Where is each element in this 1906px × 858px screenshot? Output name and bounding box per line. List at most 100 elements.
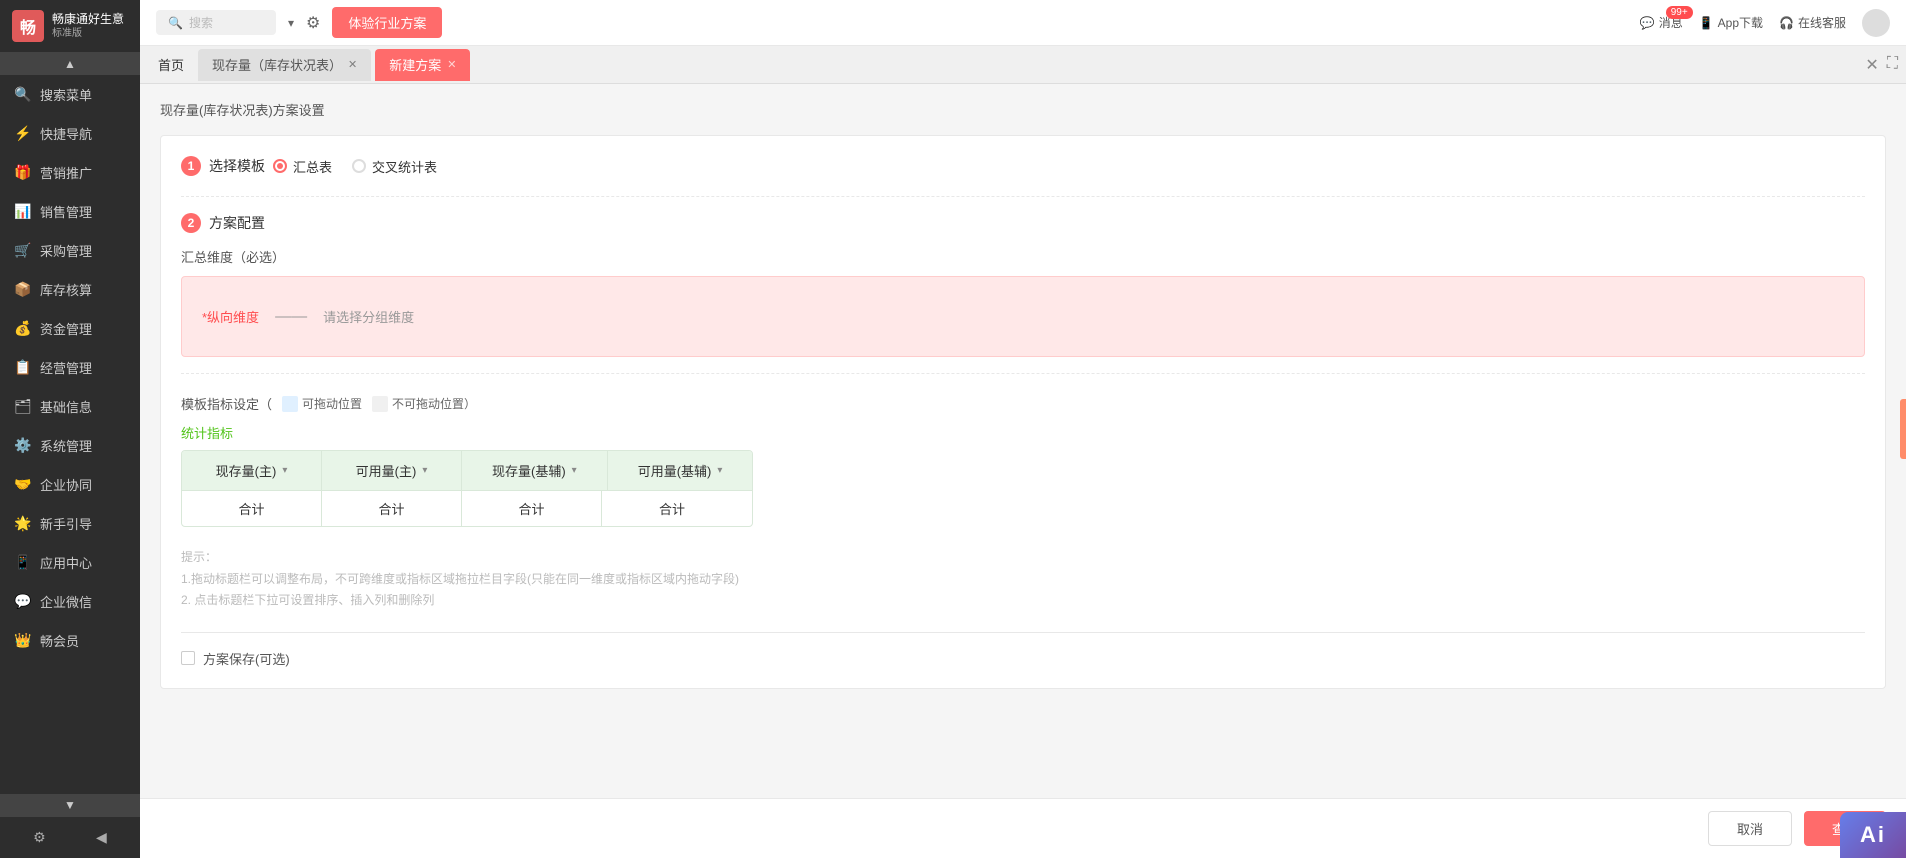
sidebar-scroll-down[interactable]: ▼	[0, 794, 140, 816]
close-inventory-tab-icon[interactable]: ✕	[348, 58, 357, 71]
sidebar-item-search[interactable]: 🔍 搜索菜单	[0, 75, 140, 114]
save-label: 方案保存(可选)	[203, 649, 290, 668]
expand-window-icon[interactable]: ⛶	[1887, 55, 1898, 75]
app-download-btn[interactable]: 📱 App下载	[1699, 14, 1763, 31]
finance-icon: 💰	[14, 320, 32, 338]
sales-icon: 📊	[14, 203, 32, 221]
main-area: 🔍 搜索 ▾ ⚙ 体验行业方案 💬 消息 99+ 📱 App下载 🎧 在线客服	[140, 0, 1906, 858]
sidebar-item-finance[interactable]: 💰 资金管理	[0, 309, 140, 348]
sidebar: 畅 畅康通好生意 标准版 ▲ 🔍 搜索菜单 ⚡ 快捷导航 🎁 营销推广 📊 销售…	[0, 0, 140, 858]
tab-bar: 首页 现存量（库存状况表） ✕ 新建方案 ✕ ✕ ⛶	[140, 46, 1906, 84]
stats-table: 现存量(主) ▾ 可用量(主) ▾ 现存量(基辅) ▾	[181, 450, 753, 527]
sidebar-item-system[interactable]: ⚙️ 系统管理	[0, 426, 140, 465]
fixed-color	[372, 396, 388, 412]
draggable-badge: 可拖动位置	[282, 395, 362, 412]
close-new-plan-tab-icon[interactable]: ✕	[447, 58, 456, 71]
stats-section: 统计指标 现存量(主) ▾ 可用量(主) ▾	[181, 423, 1865, 527]
divider1	[181, 196, 1865, 197]
online-service-btn[interactable]: 🎧 在线客服	[1779, 14, 1846, 31]
stats-data-2: 合计	[462, 491, 602, 526]
fixed-badge: 不可拖动位置）	[372, 395, 476, 412]
chevron-3-icon: ▾	[717, 465, 722, 476]
sidebar-item-newbie[interactable]: 🌟 新手引导	[0, 504, 140, 543]
footer-bar: 取消 查询	[140, 798, 1906, 858]
stats-col-1[interactable]: 可用量(主) ▾	[322, 451, 462, 490]
sidebar-item-marketing[interactable]: 🎁 营销推广	[0, 153, 140, 192]
step1-section: 1 选择模板 汇总表 交叉统计表	[181, 156, 1865, 176]
search-icon-header: 🔍	[168, 16, 183, 30]
app-center-icon: 📱	[14, 554, 32, 572]
sidebar-item-inventory[interactable]: 📦 库存核算	[0, 270, 140, 309]
tab-new-plan[interactable]: 新建方案 ✕	[375, 49, 470, 81]
sidebar-scroll-up[interactable]: ▲	[0, 53, 140, 75]
sidebar-item-quick-nav[interactable]: ⚡ 快捷导航	[0, 114, 140, 153]
sidebar-item-sales[interactable]: 📊 销售管理	[0, 192, 140, 231]
cancel-button[interactable]: 取消	[1708, 811, 1792, 846]
stats-col-2[interactable]: 现存量(基辅) ▾	[462, 451, 608, 490]
config-card: 1 选择模板 汇总表 交叉统计表	[160, 135, 1886, 689]
message-badge: 99+	[1666, 6, 1693, 19]
basic-info-icon: 🗂	[14, 398, 32, 416]
settings-btn[interactable]: ⚙	[29, 825, 50, 850]
chevron-1-icon: ▾	[422, 465, 427, 476]
close-window-icon[interactable]: ✕	[1865, 55, 1878, 75]
dimension-label: 汇总维度（必选）	[181, 247, 1865, 266]
page-content: 现存量(库存状况表)方案设置 1 选择模板 汇总表	[140, 84, 1906, 798]
dimension-box[interactable]: *纵向维度 —— 请选择分组维度	[181, 276, 1865, 357]
sidebar-bottom: ⚙ ◀	[0, 816, 140, 858]
user-avatar[interactable]	[1862, 9, 1890, 37]
header-gear[interactable]: ⚙	[306, 13, 320, 33]
trial-btn[interactable]: 体验行业方案	[332, 7, 442, 38]
tab-window-controls: ✕ ⛶	[1865, 55, 1898, 75]
sidebar-item-basic-info[interactable]: 🗂 基础信息	[0, 387, 140, 426]
sidebar-item-app-center[interactable]: 📱 应用中心	[0, 543, 140, 582]
wechat-icon: 💬	[14, 593, 32, 611]
ai-badge[interactable]: Ai	[1840, 812, 1906, 858]
tab-inventory-status[interactable]: 现存量（库存状况表） ✕	[198, 49, 371, 81]
header-right: 💬 消息 99+ 📱 App下载 🎧 在线客服	[1640, 9, 1890, 37]
step2-num: 2	[181, 213, 201, 233]
draggable-color	[282, 396, 298, 412]
template-radio-group: 汇总表 交叉统计表	[273, 157, 437, 176]
radio-cross[interactable]: 交叉统计表	[352, 157, 437, 176]
search-icon: 🔍	[14, 86, 32, 104]
system-icon: ⚙️	[14, 437, 32, 455]
dimension-required: *纵向维度	[202, 307, 259, 326]
indicator-label: 模板指标设定（ 可拖动位置 不可拖动位置）	[181, 394, 1865, 413]
headset-icon: 🎧	[1779, 16, 1794, 30]
chevron-0-icon: ▾	[282, 465, 287, 476]
tab-home[interactable]: 首页	[148, 49, 194, 81]
sidebar-item-purchase[interactable]: 🛒 采购管理	[0, 231, 140, 270]
stats-header-row: 现存量(主) ▾ 可用量(主) ▾ 现存量(基辅) ▾	[182, 451, 752, 490]
marketing-icon: 🎁	[14, 164, 32, 182]
save-checkbox[interactable]	[181, 651, 195, 665]
purchase-icon: 🛒	[14, 242, 32, 260]
header-search[interactable]: 🔍 搜索	[156, 10, 276, 35]
message-icon: 💬	[1640, 16, 1655, 30]
sidebar-nav: 🔍 搜索菜单 ⚡ 快捷导航 🎁 营销推广 📊 销售管理 🛒 采购管理 📦 库存核…	[0, 75, 140, 794]
stats-col-0[interactable]: 现存量(主) ▾	[182, 451, 322, 490]
sidebar-item-enterprise[interactable]: 🤝 企业协同	[0, 465, 140, 504]
radio-cross-dot	[352, 159, 366, 173]
sidebar-item-operations[interactable]: 📋 经营管理	[0, 348, 140, 387]
stats-data-0: 合计	[182, 491, 322, 526]
operations-icon: 📋	[14, 359, 32, 377]
step2-section: 2 方案配置 汇总维度（必选） *纵向维度 —— 请选择分组维度 模板指标设定（	[181, 213, 1865, 612]
top-header: 🔍 搜索 ▾ ⚙ 体验行业方案 💬 消息 99+ 📱 App下载 🎧 在线客服	[140, 0, 1906, 46]
inventory-icon: 📦	[14, 281, 32, 299]
message-btn[interactable]: 💬 消息 99+	[1640, 14, 1683, 31]
sidebar-item-wechat[interactable]: 💬 企业微信	[0, 582, 140, 621]
header-dropdown[interactable]: ▾	[288, 16, 294, 30]
phone-icon: 📱	[1699, 16, 1714, 30]
step2-title: 方案配置	[209, 213, 265, 233]
radio-summary[interactable]: 汇总表	[273, 157, 332, 176]
logo-icon: 畅	[12, 10, 44, 42]
save-option: 方案保存(可选)	[181, 632, 1865, 668]
sidebar-item-member[interactable]: 👑 畅会员	[0, 621, 140, 660]
logo-text: 畅康通好生意 标准版	[52, 12, 124, 41]
member-icon: 👑	[14, 632, 32, 650]
newbie-icon: 🌟	[14, 515, 32, 533]
stats-col-3[interactable]: 可用量(基辅) ▾	[608, 451, 753, 490]
collapse-btn[interactable]: ◀	[92, 825, 111, 850]
dimension-arrow: ——	[275, 308, 307, 326]
